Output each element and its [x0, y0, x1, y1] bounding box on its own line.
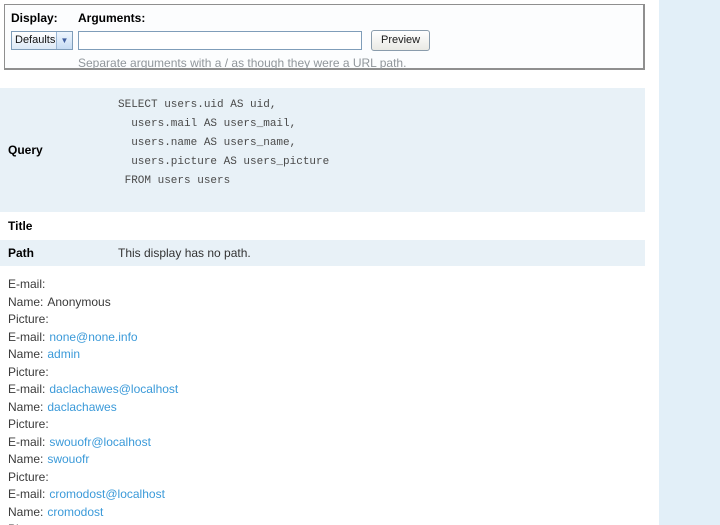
query-sql-text: SELECT users.uid AS uid, users.mail AS u… [118, 99, 330, 187]
path-row-label: Path [8, 246, 35, 260]
user-link[interactable]: admin [47, 347, 80, 361]
list-item: Name: Anonymous [8, 294, 638, 312]
field-label: E-mail: [8, 382, 46, 396]
views-preview-page: Display: Defaults ▼ Arguments: Preview S… [0, 0, 720, 525]
list-item: Picture: [8, 311, 638, 329]
query-row: Query SELECT users.uid AS uid, users.mai… [0, 88, 645, 212]
field-label: Name: [8, 504, 44, 519]
field-label: Name: [8, 294, 44, 309]
email-link[interactable]: none@none.info [49, 330, 137, 344]
field-label: E-mail: [8, 277, 46, 291]
email-link[interactable]: daclachawes@localhost [49, 382, 178, 396]
user-link[interactable]: daclachawes [47, 400, 116, 414]
display-select-value: Defaults [15, 34, 56, 46]
field-label: E-mail: [8, 329, 46, 344]
preview-results-list: E-mail: Name: Anonymous Picture: E-mail: n… [8, 276, 638, 525]
list-item: Picture: [8, 364, 638, 382]
list-item: Picture: [8, 416, 638, 434]
chevron-down-icon: ▼ [56, 32, 72, 49]
list-item: Picture: [8, 469, 638, 487]
list-item: E-mail: cromodost@localhost [8, 486, 638, 504]
query-row-label: Query [8, 143, 43, 157]
user-link[interactable]: cromodost [47, 505, 103, 519]
arguments-help-text: Separate arguments with a / as though th… [78, 56, 407, 70]
list-item: E-mail: daclachawes@localhost [8, 381, 638, 399]
title-row: Title [0, 212, 645, 240]
list-item: Name: cromodost [8, 504, 638, 522]
list-item: Name: swouofr [8, 451, 638, 469]
field-label: Picture: [8, 312, 49, 326]
field-label: Name: [8, 347, 44, 361]
arguments-label: Arguments: [78, 11, 146, 25]
field-label: E-mail: [8, 487, 46, 501]
field-label: Name: [8, 452, 44, 466]
field-label: Picture: [8, 417, 49, 431]
field-label: E-mail: [8, 434, 46, 449]
display-label: Display: [11, 11, 58, 25]
list-item: Name: admin [8, 346, 638, 364]
email-link[interactable]: swouofr@localhost [49, 435, 151, 449]
field-value: Anonymous [47, 294, 111, 309]
email-link[interactable]: cromodost@localhost [49, 487, 165, 501]
path-row: Path This display has no path. [0, 240, 645, 266]
field-label: Name: [8, 399, 44, 414]
path-row-value: This display has no path. [118, 246, 251, 260]
user-link[interactable]: swouofr [47, 452, 89, 466]
display-select[interactable]: Defaults ▼ [11, 31, 73, 50]
field-label: Picture: [8, 364, 49, 379]
arguments-input[interactable] [78, 31, 362, 50]
list-item: E-mail: none@none.info [8, 329, 638, 347]
preview-button[interactable]: Preview [371, 30, 431, 51]
list-item: Picture: [8, 521, 638, 525]
list-item: E-mail: swouofr@localhost [8, 434, 638, 452]
list-item: E-mail: [8, 276, 638, 294]
title-row-label: Title [8, 219, 33, 233]
preview-form-fieldset: Display: Defaults ▼ Arguments: Preview S… [4, 4, 645, 70]
page-background-strip [659, 0, 720, 525]
list-item: Name: daclachawes [8, 399, 638, 417]
view-info-table: Query SELECT users.uid AS uid, users.mai… [0, 88, 645, 266]
field-label: Picture: [8, 469, 49, 484]
